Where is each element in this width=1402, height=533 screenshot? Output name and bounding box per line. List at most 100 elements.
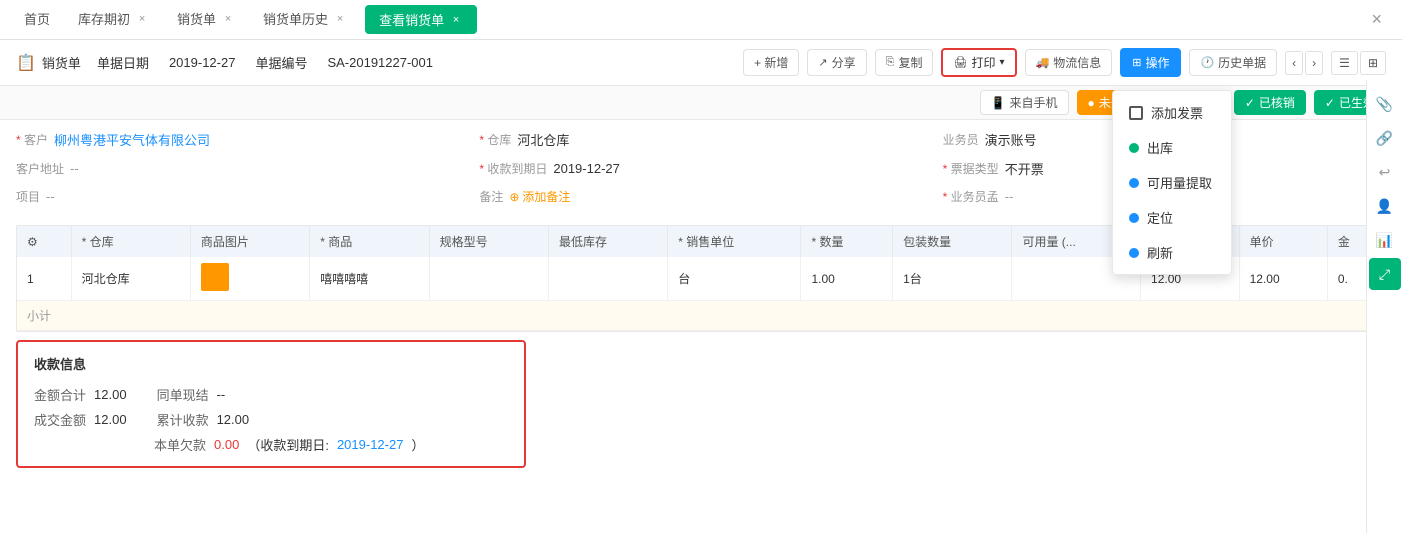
- operations-button[interactable]: ⊞ 操作: [1120, 48, 1181, 77]
- sidebar-icon-link[interactable]: 🔗: [1369, 122, 1401, 154]
- sidebar-icon-return[interactable]: ↩: [1369, 156, 1401, 188]
- new-button[interactable]: + 新增: [743, 49, 799, 76]
- copy-button[interactable]: ⎘ 复制: [875, 49, 934, 76]
- sidebar-icon-user[interactable]: 👤: [1369, 190, 1401, 222]
- payment-due: 本单欠款 0.00 （收款到期日: 2019-12-27 ）: [154, 435, 424, 454]
- grid-view-button[interactable]: ⊞: [1360, 51, 1386, 75]
- col-product: * 商品: [310, 226, 429, 257]
- note-label: 备注: [479, 188, 503, 205]
- due-date-label: 收款到期日: [479, 160, 547, 177]
- payment-total-label: 金额合计: [34, 385, 86, 404]
- operations-icon: ⊞: [1132, 56, 1141, 69]
- customer-label: 客户: [16, 131, 48, 148]
- warehouse-value: 河北仓库: [517, 130, 569, 149]
- project-field: 项目 --: [16, 188, 459, 205]
- share-icon: ↗: [818, 56, 827, 69]
- date-value: 2019-12-27: [169, 55, 236, 70]
- from-phone-button[interactable]: 📱 来自手机: [980, 90, 1069, 115]
- history-icon: 🕐: [1200, 56, 1214, 69]
- history-button[interactable]: 🕐 历史单据: [1189, 49, 1277, 76]
- doc-meta: 单据日期 2019-12-27 单据编号 SA-20191227-001: [97, 53, 433, 72]
- row-warehouse: 河北仓库: [71, 257, 190, 301]
- global-close-button[interactable]: ×: [1361, 9, 1392, 30]
- payment-same-order: 同单现结 --: [157, 385, 226, 404]
- share-button[interactable]: ↗ 分享: [807, 49, 866, 76]
- tab-home[interactable]: 首页: [10, 0, 64, 40]
- due-date-value: 2019-12-27: [553, 161, 620, 176]
- doc-header: 📋 销货单 单据日期 2019-12-27 单据编号 SA-20191227-0…: [0, 40, 1402, 86]
- row-sales-unit: 台: [668, 257, 801, 301]
- dropdown-add-invoice[interactable]: 添加发票: [1113, 95, 1231, 130]
- staff-label: 业务员: [943, 131, 979, 148]
- cancelled-button[interactable]: ✓ 已核销: [1234, 90, 1306, 115]
- print-dropdown-arrow: ▾: [999, 57, 1004, 68]
- row-min-stock: [548, 257, 667, 301]
- print-icon: 🖨: [953, 56, 967, 69]
- tab-inventory[interactable]: 库存期初 ×: [64, 0, 163, 40]
- staff-value: 演示账号: [985, 130, 1037, 149]
- tab-sales-close[interactable]: ×: [221, 12, 235, 26]
- payment-title: 收款信息: [34, 354, 508, 373]
- tab-inventory-close[interactable]: ×: [135, 12, 149, 26]
- due-date-field: 收款到期日 2019-12-27: [479, 160, 922, 177]
- settings-icon: ⚙: [27, 235, 38, 249]
- warehouse-field: 仓库 河北仓库: [479, 130, 922, 149]
- tab-view-sales-close[interactable]: ×: [449, 13, 463, 27]
- sidebar-icon-attachment[interactable]: 📎: [1369, 88, 1401, 120]
- row-spec: [429, 257, 548, 301]
- phone-icon: 📱: [991, 96, 1006, 110]
- row-pack-qty: 1台: [893, 257, 1012, 301]
- payment-transaction: 成交金额 12.00: [34, 410, 127, 429]
- transaction-value: 12.00: [94, 412, 127, 427]
- dropdown-outbound[interactable]: 出库: [1113, 130, 1231, 165]
- due-note-close: ）: [411, 435, 424, 454]
- payment-row-3: 本单欠款 0.00 （收款到期日: 2019-12-27 ）: [34, 435, 508, 454]
- dropdown-refresh[interactable]: 刷新: [1113, 235, 1231, 270]
- dropdown-qty-extract[interactable]: 可用量提取: [1113, 165, 1231, 200]
- tab-sales-history[interactable]: 销货单历史 ×: [249, 0, 361, 40]
- product-thumbnail: [201, 263, 229, 291]
- number-value: SA-20191227-001: [327, 55, 433, 70]
- dropdown-locate[interactable]: 定位: [1113, 200, 1231, 235]
- col-quantity: * 数量: [801, 226, 893, 257]
- right-sidebar: 📎 🔗 ↩ 👤 📊 ⤢: [1366, 80, 1402, 533]
- doc-type-label: 销货单: [42, 53, 81, 72]
- prev-arrow[interactable]: ‹: [1285, 51, 1303, 75]
- subtotal-row: 小计: [17, 301, 1385, 331]
- tab-sales[interactable]: 销货单 ×: [163, 0, 249, 40]
- col-pack-qty: 包装数量: [893, 226, 1012, 257]
- due-date-display: 2019-12-27: [337, 437, 404, 452]
- next-arrow[interactable]: ›: [1305, 51, 1323, 75]
- subtotal-label: 小计: [17, 301, 1385, 331]
- tab-sales-history-close[interactable]: ×: [333, 12, 347, 26]
- payment-row-1: 金额合计 12.00 同单现结 --: [34, 385, 508, 404]
- sidebar-icon-chart[interactable]: 📊: [1369, 224, 1401, 256]
- refresh-icon: [1129, 248, 1139, 258]
- due-note: （收款到期日:: [247, 435, 329, 454]
- salesperson-label: 业务员孟: [943, 188, 999, 205]
- date-label: 单据日期: [97, 53, 149, 72]
- print-button[interactable]: 🖨 打印 ▾: [941, 48, 1016, 77]
- payment-row-2: 成交金额 12.00 累计收款 12.00: [34, 410, 508, 429]
- check3-icon: ✓: [1325, 96, 1335, 110]
- nav-arrows: ‹ ›: [1285, 51, 1323, 75]
- qty-icon: [1129, 178, 1139, 188]
- add-note-button[interactable]: ⊕ 添加备注: [509, 188, 570, 205]
- outbound-icon: [1129, 143, 1139, 153]
- tab-view-sales[interactable]: 查看销货单 ×: [365, 5, 477, 34]
- operations-dropdown: 添加发票 出库 可用量提取 定位 刷新: [1112, 90, 1232, 275]
- logistics-button[interactable]: 🚚 物流信息: [1025, 49, 1113, 76]
- warehouse-label: 仓库: [479, 131, 511, 148]
- row-unit-price: 12.00: [1239, 257, 1327, 301]
- list-view-button[interactable]: ☰: [1331, 51, 1358, 75]
- sidebar-icon-expand[interactable]: ⤢: [1369, 258, 1401, 290]
- col-settings[interactable]: ⚙: [17, 226, 71, 257]
- col-spec: 规格型号: [429, 226, 548, 257]
- payment-total: 金额合计 12.00: [34, 385, 127, 404]
- row-quantity: 1.00: [801, 257, 893, 301]
- address-field: 客户地址 --: [16, 160, 459, 177]
- col-product-img: 商品图片: [190, 226, 309, 257]
- due-value: 0.00: [214, 437, 239, 452]
- same-order-value: --: [217, 387, 226, 402]
- customer-value[interactable]: 柳州粤港平安气体有限公司: [54, 130, 210, 149]
